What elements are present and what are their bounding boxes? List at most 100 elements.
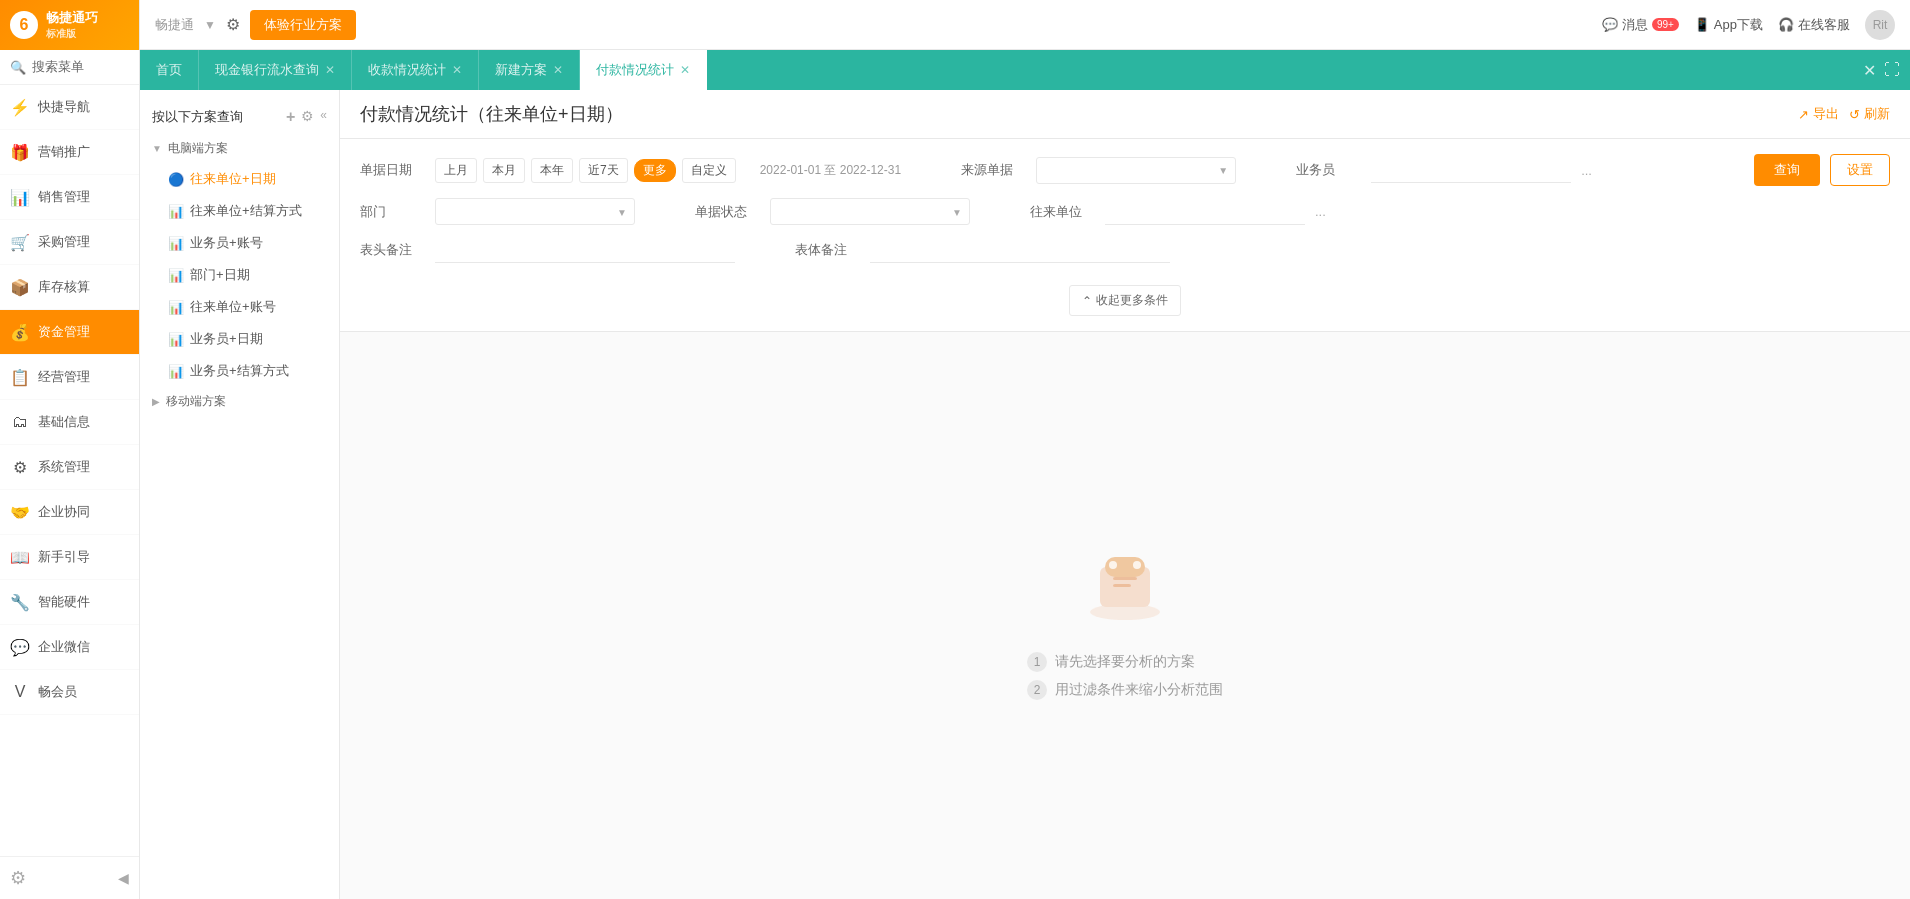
tab-close-new-plan[interactable]: ✕: [553, 63, 563, 77]
nav-item-staff-settle[interactable]: 📊业务员+结算方式: [140, 355, 339, 387]
nav-item-dept-date[interactable]: 📊部门+日期: [140, 259, 339, 291]
right-panel: 付款情况统计（往来单位+日期） ↗ 导出 ↺ 刷新 单据日期: [340, 90, 1910, 899]
close-all-tabs-icon[interactable]: ✕: [1863, 61, 1876, 80]
sidebar-item-hardware[interactable]: 🔧智能硬件: [0, 580, 139, 625]
date-btn-更多[interactable]: 更多: [634, 159, 676, 182]
section-title-mobile[interactable]: ▶移动端方案: [140, 387, 339, 416]
sidebar-item-basic[interactable]: 🗂基础信息: [0, 400, 139, 445]
trial-button[interactable]: 体验行业方案: [250, 10, 356, 40]
settings-button[interactable]: 设置: [1830, 154, 1890, 186]
body-note-input[interactable]: [870, 237, 1170, 263]
page-actions: ↗ 导出 ↺ 刷新: [1798, 105, 1890, 123]
panel-collapse-icon[interactable]: «: [320, 108, 327, 126]
basic-icon: 🗂: [10, 412, 30, 432]
add-plan-icon[interactable]: +: [286, 108, 295, 126]
refresh-icon: ↺: [1849, 107, 1860, 122]
tab-receivable-stats[interactable]: 收款情况统计✕: [352, 50, 479, 90]
sidebar-footer: ⚙ ◀: [0, 856, 139, 899]
user-avatar[interactable]: Rit: [1865, 10, 1895, 40]
messages-item[interactable]: 💬 消息 99+: [1602, 16, 1679, 34]
nav-item-partner-settle[interactable]: 📊往来单位+结算方式: [140, 195, 339, 227]
source-bill-select[interactable]: [1036, 157, 1236, 184]
online-service-item[interactable]: 🎧 在线客服: [1778, 16, 1850, 34]
plan-settings-icon[interactable]: ⚙: [301, 108, 314, 126]
staff-label: 业务员: [1296, 161, 1351, 179]
nav-item-partner-account[interactable]: 📊往来单位+账号: [140, 291, 339, 323]
staff-input[interactable]: [1371, 157, 1571, 183]
maximize-icon[interactable]: ⛶: [1884, 61, 1900, 79]
section-arrow-desktop: ▼: [152, 143, 162, 154]
tab-close-payment-stats[interactable]: ✕: [680, 63, 690, 77]
section-label-desktop: 电脑端方案: [168, 140, 228, 157]
sidebar-item-wechat[interactable]: 💬企业微信: [0, 625, 139, 670]
body-note-label: 表体备注: [795, 241, 850, 259]
date-btn-上月[interactable]: 上月: [435, 158, 477, 183]
tab-label-new-plan: 新建方案: [495, 61, 547, 79]
sidebar-search[interactable]: 🔍 搜索菜单: [0, 50, 139, 85]
nav-item-staff-date[interactable]: 📊业务员+日期: [140, 323, 339, 355]
nav-label-dept-date: 部门+日期: [190, 266, 250, 284]
sidebar-item-marketing[interactable]: 🎁营销推广: [0, 130, 139, 175]
gear-button[interactable]: ⚙: [226, 15, 240, 34]
sidebar-item-corp[interactable]: 🤝企业协同: [0, 490, 139, 535]
bill-status-select[interactable]: [770, 198, 970, 225]
nav-item-partner-date[interactable]: 🔵往来单位+日期: [140, 163, 339, 195]
date-btn-近7天[interactable]: 近7天: [579, 158, 628, 183]
sidebar-label-purchase: 采购管理: [38, 233, 90, 251]
filter-area: 单据日期 上月本月本年近7天更多自定义 2022-01-01 至 2022-12…: [340, 139, 1910, 332]
sidebar-item-operation[interactable]: 📋经营管理: [0, 355, 139, 400]
refresh-button[interactable]: ↺ 刷新: [1849, 105, 1890, 123]
date-btn-自定义[interactable]: 自定义: [682, 158, 736, 183]
partner-ellipsis[interactable]: ...: [1315, 204, 1326, 219]
sidebar-collapse-icon[interactable]: ◀: [118, 870, 129, 886]
header-note-input[interactable]: [435, 237, 735, 263]
sidebar-item-sales[interactable]: 📊销售管理: [0, 175, 139, 220]
tab-home[interactable]: 首页: [140, 50, 199, 90]
tab-bank-flow[interactable]: 现金银行流水查询 ✕: [199, 50, 352, 90]
tab-close-bank-flow[interactable]: ✕: [325, 63, 335, 77]
sidebar-item-member[interactable]: V畅会员: [0, 670, 139, 715]
nav-icon-partner-date: 🔵: [168, 171, 184, 187]
app-download-item[interactable]: 📱 App下载: [1694, 16, 1763, 34]
sidebar-item-quick-nav[interactable]: ⚡快捷导航: [0, 85, 139, 130]
nav-icon-staff-account: 📊: [168, 235, 184, 251]
sidebar-item-purchase[interactable]: 🛒采购管理: [0, 220, 139, 265]
staff-ellipsis[interactable]: ...: [1581, 163, 1592, 178]
export-button[interactable]: ↗ 导出: [1798, 105, 1839, 123]
tab-payment-stats[interactable]: 付款情况统计✕: [580, 50, 707, 90]
sidebar-label-wechat: 企业微信: [38, 638, 90, 656]
nav-item-staff-account[interactable]: 📊 业务员+账号: [140, 227, 339, 259]
empty-tip-1: 1 请先选择要分析的方案: [1027, 652, 1223, 672]
partner-input[interactable]: [1105, 199, 1305, 225]
query-button[interactable]: 查询: [1754, 154, 1820, 186]
collapse-button[interactable]: ⌃ 收起更多条件: [1069, 285, 1181, 316]
tab-label-bank-flow: 现金银行流水查询: [215, 61, 319, 79]
sidebar-item-guide[interactable]: 📖新手引导: [0, 535, 139, 580]
dept-label: 部门: [360, 203, 415, 221]
dept-select[interactable]: [435, 198, 635, 225]
sidebar-settings-icon[interactable]: ⚙: [10, 867, 26, 889]
bill-date-label: 单据日期: [360, 161, 415, 179]
date-btn-本年[interactable]: 本年: [531, 158, 573, 183]
top-bar: 畅捷通 ▼ ⚙ 体验行业方案 💬 消息 99+ 📱 App下载 🎧 在线客服 R…: [140, 0, 1910, 50]
tab-close-receivable-stats[interactable]: ✕: [452, 63, 462, 77]
tab-bar-actions: ✕⛶: [1863, 61, 1910, 80]
svg-point-4: [1133, 561, 1141, 569]
partner-label: 往来单位: [1030, 203, 1085, 221]
date-btn-本月[interactable]: 本月: [483, 158, 525, 183]
sidebar-item-system[interactable]: ⚙系统管理: [0, 445, 139, 490]
top-bar-icons: 💬 消息 99+ 📱 App下载 🎧 在线客服 Rit: [1602, 10, 1895, 40]
page-title: 付款情况统计（往来单位+日期）: [360, 102, 623, 126]
nav-icon-staff-date: 📊: [168, 331, 184, 347]
header-note-label: 表头备注: [360, 241, 415, 259]
section-title-desktop[interactable]: ▼ 电脑端方案: [140, 134, 339, 163]
chevron-down-icon[interactable]: ▼: [204, 18, 216, 32]
nav-icon-partner-account: 📊: [168, 299, 184, 315]
svg-point-3: [1109, 561, 1117, 569]
tab-new-plan[interactable]: 新建方案 ✕: [479, 50, 580, 90]
nav-label-staff-account: 业务员+账号: [190, 234, 263, 252]
sidebar-item-finance[interactable]: 💰资金管理: [0, 310, 139, 355]
section-mobile: ▶移动端方案: [140, 387, 339, 416]
empty-tips: 1 请先选择要分析的方案 2 用过滤条件来缩小分析范围: [1027, 652, 1223, 700]
sidebar-item-inventory[interactable]: 📦库存核算: [0, 265, 139, 310]
